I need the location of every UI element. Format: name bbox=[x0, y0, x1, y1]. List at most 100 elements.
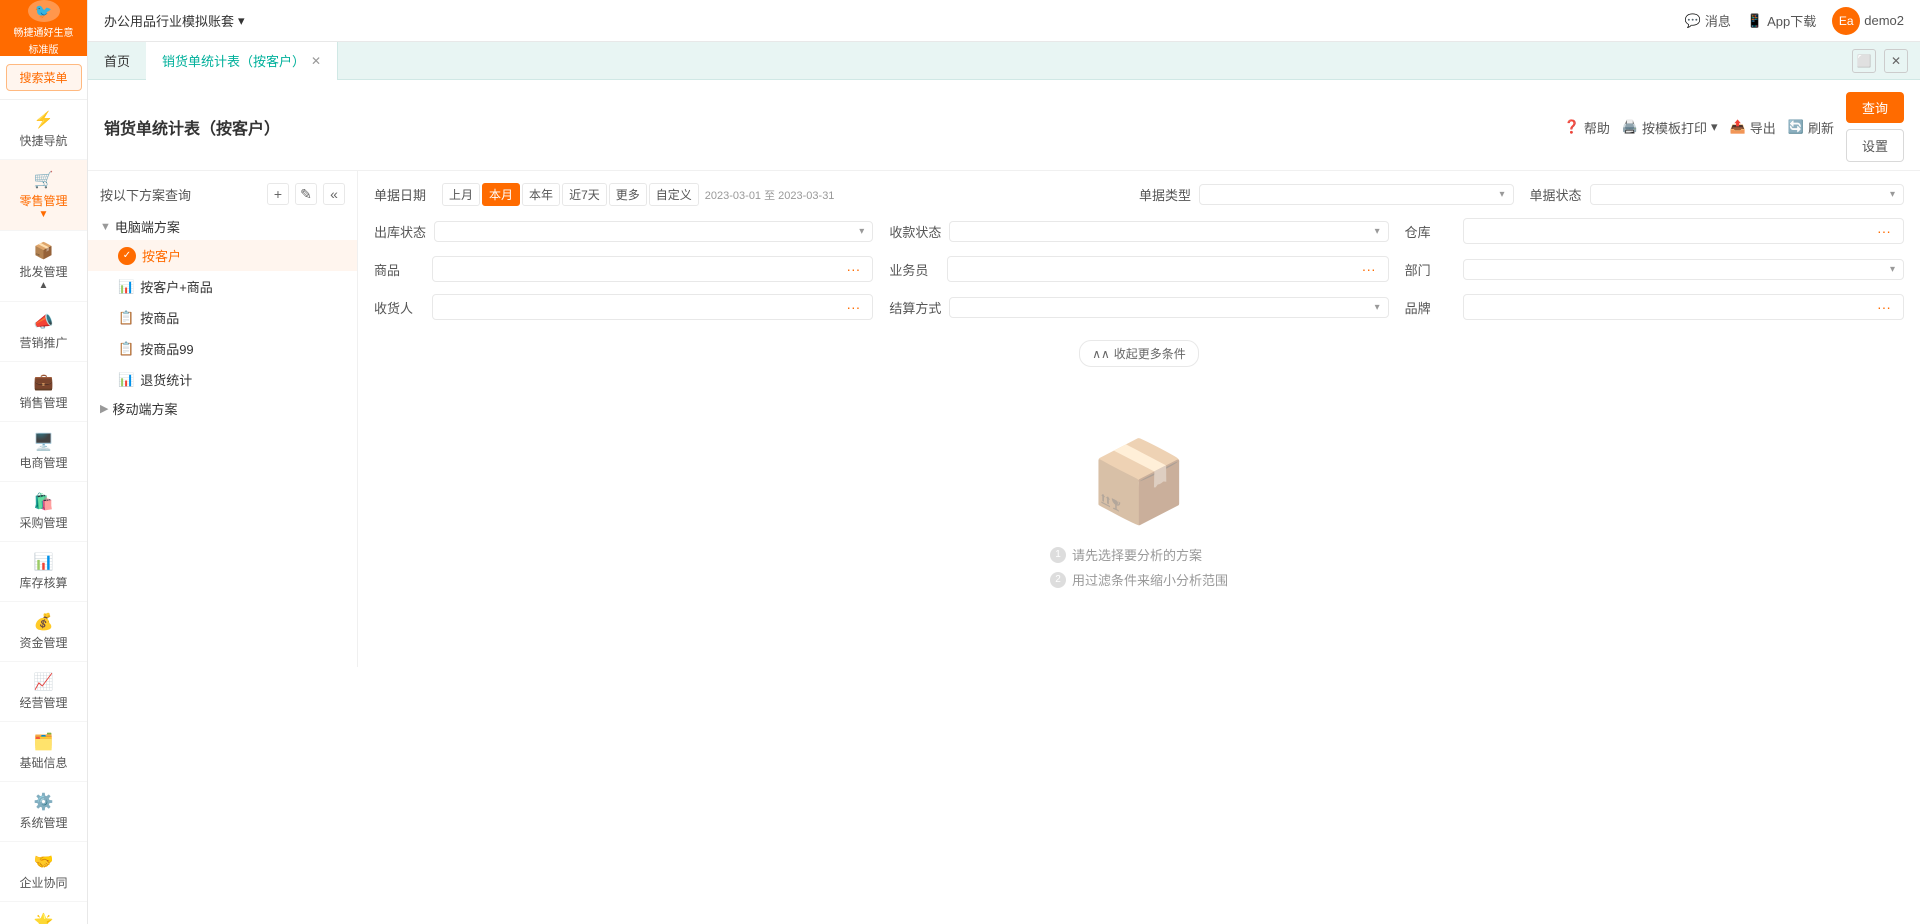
collapse-button[interactable]: ∧∧ 收起更多条件 bbox=[1079, 340, 1199, 367]
out-status-select[interactable]: ▾ bbox=[434, 221, 873, 242]
app-download-button[interactable]: 📱 App下载 bbox=[1747, 11, 1816, 30]
retail-label: 零售管理 bbox=[19, 192, 67, 209]
sidebar-item-inventory[interactable]: 📊 库存核算 bbox=[0, 542, 88, 602]
date-btn-last-month[interactable]: 上月 bbox=[442, 183, 480, 206]
goods-dots-icon[interactable]: ··· bbox=[842, 261, 864, 277]
receiver-label: 收货人 bbox=[374, 298, 424, 317]
sidebar-item-operations[interactable]: 📈 经营管理 bbox=[0, 662, 88, 722]
sidebar-item-system[interactable]: ⚙️ 系统管理 bbox=[0, 782, 88, 842]
quicknav-label: 快捷导航 bbox=[19, 132, 67, 149]
help-button[interactable]: ❓ 帮助 bbox=[1564, 118, 1610, 137]
tab-sales-stats[interactable]: 销货单统计表（按客户） ✕ bbox=[146, 42, 338, 80]
brand-dots-icon[interactable]: ··· bbox=[1873, 299, 1895, 315]
scheme-item-goods[interactable]: 📋 按商品 bbox=[88, 302, 357, 333]
filter-salesperson: 业务员 ··· bbox=[889, 256, 1388, 282]
retail-arrow-icon: ▼ bbox=[39, 209, 49, 220]
schemes-actions: + ✎ « bbox=[267, 183, 345, 205]
print-icon: 🖨️ bbox=[1622, 119, 1638, 135]
message-label: 消息 bbox=[1705, 11, 1731, 30]
filter-panel: 按以下方案查询 + ✎ « ▼ 电脑端方案 bbox=[88, 171, 1920, 667]
filter-receipt-status: 收款状态 ▾ bbox=[889, 221, 1388, 242]
dept-label: 部门 bbox=[1405, 260, 1455, 279]
sidebar-item-ecommerce[interactable]: 🖥️ 电商管理 bbox=[0, 422, 88, 482]
order-type-label: 单据类型 bbox=[1139, 185, 1191, 204]
sidebar-item-newguide[interactable]: 🌟 新手引导 bbox=[0, 902, 88, 924]
scheme-item-customer-goods-label: 按客户+商品 bbox=[140, 277, 213, 296]
page-header: 销货单统计表（按客户） ❓ 帮助 🖨️ 按模板打印 ▾ 📤 导出 bbox=[88, 80, 1920, 171]
message-button[interactable]: 💬 消息 bbox=[1685, 11, 1731, 30]
schemes-header: 按以下方案查询 + ✎ « bbox=[88, 179, 357, 213]
warehouse-select[interactable]: ··· bbox=[1463, 218, 1904, 244]
operations-label: 经营管理 bbox=[19, 694, 67, 711]
scheme-item-goods99[interactable]: 📋 按商品99 bbox=[88, 333, 357, 364]
date-btn-more[interactable]: 更多 bbox=[609, 183, 647, 206]
settlement-select[interactable]: ▾ bbox=[949, 297, 1388, 318]
tab-close-icon[interactable]: ✕ bbox=[311, 54, 321, 68]
receipt-status-select[interactable]: ▾ bbox=[949, 221, 1388, 242]
tab-restore-button[interactable]: ⬜ bbox=[1852, 49, 1876, 73]
sidebar-item-wholesale[interactable]: 📦 批发管理 ▲ bbox=[0, 231, 88, 302]
salesperson-dots-icon[interactable]: ··· bbox=[1358, 261, 1380, 277]
brand-label: 品牌 bbox=[1405, 298, 1455, 317]
export-button[interactable]: 📤 导出 bbox=[1730, 118, 1776, 137]
filter-date: 单据日期 上月 本月 本年 近7天 更多 自定义 20 bbox=[374, 183, 1123, 206]
tab-close-all-button[interactable]: ✕ bbox=[1884, 49, 1908, 73]
tab-home[interactable]: 首页 bbox=[88, 42, 146, 80]
filter-row-2: 出库状态 ▾ 收款状态 ▾ bbox=[374, 218, 1904, 244]
sidebar: 🐦 畅捷通好生意 标准版 搜索菜单 ⚡ 快捷导航 🛒 零售管理 ▼ 📦 批发管理… bbox=[0, 0, 88, 924]
sidebar-item-finance[interactable]: 💰 资金管理 bbox=[0, 602, 88, 662]
filter-area: 单据日期 上月 本月 本年 近7天 更多 自定义 20 bbox=[358, 171, 1920, 667]
dept-arrow-icon: ▾ bbox=[1890, 264, 1895, 275]
retail-icon: 🛒 bbox=[34, 170, 54, 190]
scheme-edit-button[interactable]: ✎ bbox=[295, 183, 317, 205]
query-button[interactable]: 查询 bbox=[1846, 92, 1904, 123]
operations-icon: 📈 bbox=[34, 672, 54, 692]
search-menu-button[interactable]: 搜索菜单 bbox=[6, 64, 82, 91]
appdownload-icon: 📱 bbox=[1747, 13, 1763, 29]
warehouse-dots-icon[interactable]: ··· bbox=[1873, 223, 1895, 239]
scheme-item-table2-icon: 📋 bbox=[118, 341, 134, 357]
scheme-group-mobile-header[interactable]: ▶ 移动端方案 bbox=[88, 395, 357, 422]
sidebar-search-section: 搜索菜单 bbox=[0, 56, 88, 100]
scheme-item-chart-icon: 📊 bbox=[118, 279, 134, 295]
sidebar-item-collab[interactable]: 🤝 企业协同 bbox=[0, 842, 88, 902]
goods-select[interactable]: ··· bbox=[432, 256, 873, 282]
sidebar-item-sales[interactable]: 💼 销售管理 bbox=[0, 362, 88, 422]
scheme-collapse-button[interactable]: « bbox=[323, 183, 345, 205]
scheme-item-customer[interactable]: ✓ 按客户 bbox=[88, 240, 357, 271]
user-menu[interactable]: Ea demo2 bbox=[1832, 7, 1904, 35]
filter-row-3: 商品 ··· 业务员 ··· bbox=[374, 256, 1904, 282]
sidebar-item-purchase[interactable]: 🛍️ 采购管理 bbox=[0, 482, 88, 542]
schemes-title: 按以下方案查询 bbox=[100, 185, 191, 204]
salesperson-select[interactable]: ··· bbox=[947, 256, 1388, 282]
scheme-item-goods-label: 按商品 bbox=[140, 308, 179, 327]
account-dropdown[interactable]: 办公用品行业模拟账套 ▾ bbox=[104, 11, 245, 30]
sidebar-item-marketing[interactable]: 📣 营销推广 bbox=[0, 302, 88, 362]
sidebar-item-quicknav[interactable]: ⚡ 快捷导航 bbox=[0, 100, 88, 160]
print-button[interactable]: 🖨️ 按模板打印 ▾ bbox=[1622, 118, 1718, 137]
receiver-select[interactable]: ··· bbox=[432, 294, 873, 320]
sidebar-item-basic[interactable]: 🗂️ 基础信息 bbox=[0, 722, 88, 782]
date-btn-custom[interactable]: 自定义 bbox=[649, 183, 699, 206]
scheme-item-returns[interactable]: 📊 退货统计 bbox=[88, 364, 357, 395]
filter-goods: 商品 ··· bbox=[374, 256, 873, 282]
finance-icon: 💰 bbox=[34, 612, 54, 632]
salesperson-label: 业务员 bbox=[889, 260, 939, 279]
settings-button[interactable]: 设置 bbox=[1846, 129, 1904, 162]
header-left: 办公用品行业模拟账套 ▾ bbox=[104, 11, 245, 30]
dept-select[interactable]: ▾ bbox=[1463, 259, 1904, 280]
scheme-group-desktop-header[interactable]: ▼ 电脑端方案 bbox=[88, 213, 357, 240]
scheme-add-button[interactable]: + bbox=[267, 183, 289, 205]
order-state-select[interactable]: ▾ bbox=[1590, 184, 1904, 205]
order-type-select[interactable]: ▾ bbox=[1199, 184, 1513, 205]
sidebar-item-retail[interactable]: 🛒 零售管理 ▼ bbox=[0, 160, 88, 231]
scheme-item-customer-goods[interactable]: 📊 按客户+商品 bbox=[88, 271, 357, 302]
date-btn-this-year[interactable]: 本年 bbox=[522, 183, 560, 206]
refresh-button[interactable]: 🔄 刷新 bbox=[1788, 118, 1834, 137]
goods-label: 商品 bbox=[374, 260, 424, 279]
receiver-dots-icon[interactable]: ··· bbox=[842, 299, 864, 315]
date-btn-this-month[interactable]: 本月 bbox=[482, 183, 520, 206]
date-btn-7days[interactable]: 近7天 bbox=[562, 183, 607, 206]
purchase-label: 采购管理 bbox=[19, 514, 67, 531]
brand-select[interactable]: ··· bbox=[1463, 294, 1904, 320]
